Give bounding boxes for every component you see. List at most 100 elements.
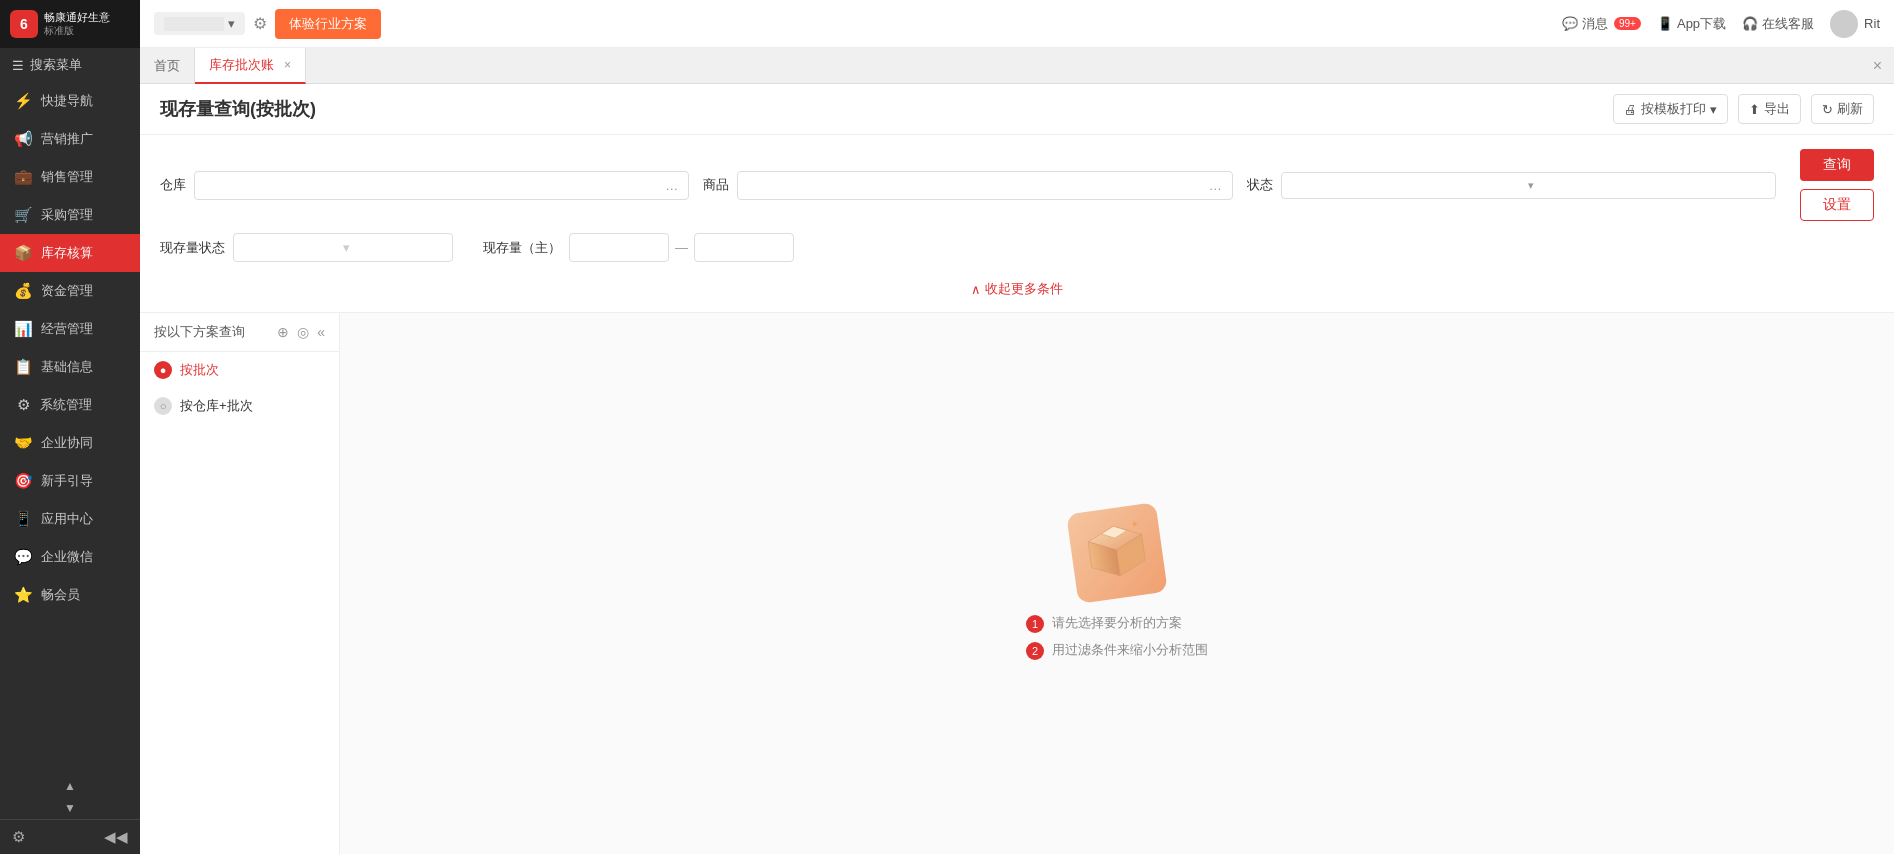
topbar: ▾ ⚙ 体验行业方案 💬 消息 99+ 📱 App下载 🎧 在线客服 Rit — [140, 0, 1894, 48]
stock-qty-range: — — [569, 233, 794, 262]
sidebar-item-enterprise[interactable]: 🤝 企业协同 — [0, 424, 140, 462]
stock-status-arrow-icon: ▾ — [343, 240, 442, 255]
collapse-label: 收起更多条件 — [985, 280, 1063, 298]
scheme-settings-icon[interactable]: ◎ — [297, 324, 309, 340]
filter-collapse-row[interactable]: ∧ 收起更多条件 — [160, 274, 1874, 302]
sidebar-label-marketing: 营销推广 — [41, 130, 93, 148]
export-button[interactable]: ⬆ 导出 — [1738, 94, 1801, 124]
stock-qty-dash: — — [675, 240, 688, 255]
stock-status-field: 现存量状态 ▾ — [160, 233, 453, 262]
sidebar-item-finance[interactable]: 💰 资金管理 — [0, 272, 140, 310]
page-header: 现存量查询(按批次) 🖨 按模板打印 ▾ ⬆ 导出 ↻ 刷新 — [140, 84, 1894, 135]
warehouse-input-wrap[interactable]: … — [194, 171, 689, 200]
sidebar: 6 畅康通好生意 标准版 ☰ 搜索菜单 ⚡ 快捷导航 📢 营销推广 💼 销售管理… — [0, 0, 140, 854]
online-service-button[interactable]: 🎧 在线客服 — [1742, 15, 1814, 33]
sidebar-search[interactable]: ☰ 搜索菜单 — [0, 48, 140, 82]
stock-qty-min-input[interactable] — [569, 233, 669, 262]
enterprise-icon: 🤝 — [14, 434, 33, 452]
add-scheme-icon[interactable]: ⊕ — [277, 324, 289, 340]
body-area: 按以下方案查询 ⊕ ◎ « ● 按批次 ○ 按仓库+批次 — [140, 313, 1894, 854]
tab-close-icon[interactable]: × — [284, 58, 291, 72]
sidebar-scroll-up[interactable]: ▲ — [0, 775, 140, 797]
warehouse-field: 仓库 … — [160, 171, 689, 200]
filter-area: 仓库 … 商品 … 状态 ▾ — [140, 135, 1894, 313]
stock-qty-max-input[interactable] — [694, 233, 794, 262]
sidebar-item-wechat[interactable]: 💬 企业微信 — [0, 538, 140, 576]
left-panel-icons: ⊕ ◎ « — [277, 324, 325, 340]
scheme-item-warehouse-batch[interactable]: ○ 按仓库+批次 — [140, 388, 339, 424]
topbar-dropdown[interactable]: ▾ — [154, 12, 245, 35]
stock-status-select[interactable]: ▾ — [233, 233, 453, 262]
warehouse-more-icon[interactable]: … — [665, 178, 678, 193]
tab-bar: 首页 库存批次账 × × — [140, 48, 1894, 84]
product-input-wrap[interactable]: … — [737, 171, 1232, 200]
scheme-item-batch[interactable]: ● 按批次 — [140, 352, 339, 388]
tab-inventory-batch[interactable]: 库存批次账 × — [195, 48, 306, 84]
panel-close-button[interactable]: × — [1861, 48, 1894, 84]
tab-home[interactable]: 首页 — [140, 48, 195, 84]
stock-qty-label: 现存量（主） — [483, 239, 561, 257]
collapse-arrow-icon: ∧ — [971, 282, 981, 297]
sidebar-label-wechat: 企业微信 — [41, 548, 93, 566]
sidebar-label-purchase: 采购管理 — [41, 206, 93, 224]
main-area: ▾ ⚙ 体验行业方案 💬 消息 99+ 📱 App下载 🎧 在线客服 Rit — [140, 0, 1894, 854]
collapse-left-panel-icon[interactable]: « — [317, 324, 325, 340]
trial-button[interactable]: 体验行业方案 — [275, 9, 381, 39]
service-label: 在线客服 — [1762, 15, 1814, 33]
left-panel-title: 按以下方案查询 — [154, 323, 245, 341]
scheme-label-batch: 按批次 — [180, 361, 219, 379]
user-area[interactable]: Rit — [1830, 10, 1880, 38]
basic-icon: 📋 — [14, 358, 33, 376]
status-label: 状态 — [1247, 176, 1273, 194]
sidebar-item-guide[interactable]: 🎯 新手引导 — [0, 462, 140, 500]
finance-icon: 💰 — [14, 282, 33, 300]
sidebar-item-operations[interactable]: 📊 经营管理 — [0, 310, 140, 348]
sidebar-item-basic[interactable]: 📋 基础信息 — [0, 348, 140, 386]
template-print-button[interactable]: 🖨 按模板打印 ▾ — [1613, 94, 1728, 124]
tab-active-label: 库存批次账 — [209, 56, 274, 74]
warehouse-input[interactable] — [205, 178, 661, 193]
print-icon: 🖨 — [1624, 102, 1637, 117]
status-select[interactable]: ▾ — [1281, 172, 1776, 199]
sidebar-logo: 6 畅康通好生意 标准版 — [0, 0, 140, 48]
settings-bottom-icon[interactable]: ⚙ — [12, 828, 25, 846]
product-more-icon[interactable]: … — [1209, 178, 1222, 193]
sidebar-item-sales[interactable]: 💼 销售管理 — [0, 158, 140, 196]
content-area: 现存量查询(按批次) 🖨 按模板打印 ▾ ⬆ 导出 ↻ 刷新 — [140, 84, 1894, 854]
sidebar-item-purchase[interactable]: 🛒 采购管理 — [0, 196, 140, 234]
step-2-label: 用过滤条件来缩小分析范围 — [1052, 641, 1208, 659]
query-button[interactable]: 查询 — [1800, 149, 1874, 181]
sidebar-label-sales: 销售管理 — [41, 168, 93, 186]
sidebar-label-operations: 经营管理 — [41, 320, 93, 338]
step-1-num: 1 — [1026, 615, 1044, 633]
sidebar-label-enterprise: 企业协同 — [41, 434, 93, 452]
app-download-button[interactable]: 📱 App下载 — [1657, 15, 1726, 33]
print-dropdown-icon: ▾ — [1710, 102, 1717, 117]
status-field: 状态 ▾ — [1247, 172, 1776, 199]
product-input[interactable] — [748, 178, 1204, 193]
guide-icon: 🎯 — [14, 472, 33, 490]
collapse-sidebar-icon[interactable]: ◀◀ — [104, 828, 128, 846]
product-field: 商品 … — [703, 171, 1232, 200]
export-icon: ⬆ — [1749, 102, 1760, 117]
empty-step-1: 1 请先选择要分析的方案 — [1026, 614, 1208, 633]
operations-icon: 📊 — [14, 320, 33, 338]
sidebar-label-shortcut: 快捷导航 — [41, 92, 93, 110]
refresh-button[interactable]: ↻ 刷新 — [1811, 94, 1874, 124]
sidebar-label-inventory: 库存核算 — [41, 244, 93, 262]
sidebar-item-inventory[interactable]: 📦 库存核算 — [0, 234, 140, 272]
sidebar-item-system[interactable]: ⚙ 系统管理 — [0, 386, 140, 424]
left-panel-header: 按以下方案查询 ⊕ ◎ « — [140, 313, 339, 352]
sidebar-scroll-down[interactable]: ▼ — [0, 797, 140, 819]
sidebar-item-marketing[interactable]: 📢 营销推广 — [0, 120, 140, 158]
sidebar-item-shortcut[interactable]: ⚡ 快捷导航 — [0, 82, 140, 120]
messages-button[interactable]: 💬 消息 99+ — [1562, 15, 1641, 33]
sidebar-item-apps[interactable]: 📱 应用中心 — [0, 500, 140, 538]
empty-state: ✦ · 1 请先选择要分析的方案 2 用过滤条件来缩小分析范围 — [1026, 508, 1208, 660]
sidebar-item-member[interactable]: ⭐ 畅会员 — [0, 576, 140, 614]
member-icon: ⭐ — [14, 586, 33, 604]
sidebar-label-basic: 基础信息 — [41, 358, 93, 376]
topbar-gear-icon[interactable]: ⚙ — [253, 14, 267, 33]
set-button[interactable]: 设置 — [1800, 189, 1874, 221]
search-label: 搜索菜单 — [30, 56, 82, 74]
